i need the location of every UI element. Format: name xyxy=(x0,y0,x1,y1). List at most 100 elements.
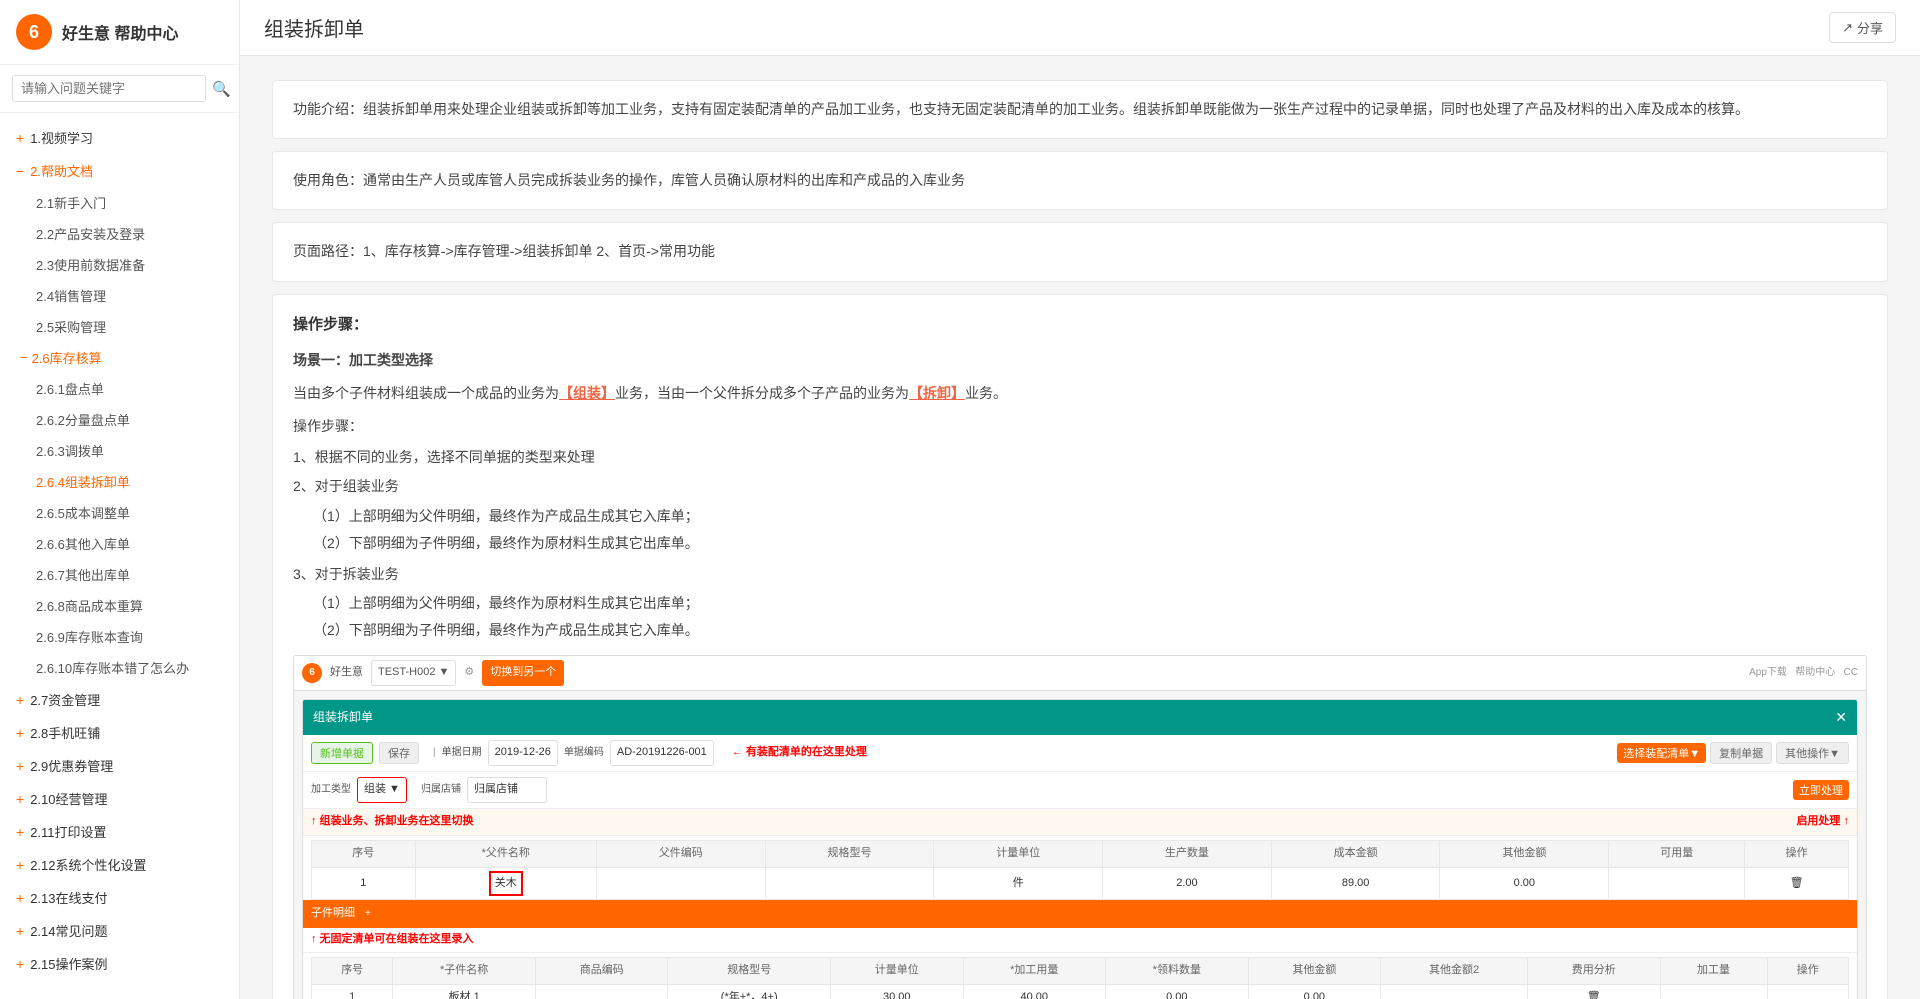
intro-card: 功能介绍：组装拆卸单用来处理企业组装或拆卸等加工业务，支持有固定装配清单的产品加… xyxy=(272,80,1888,139)
steps-title: 操作步骤： xyxy=(293,311,1867,338)
mock-other-btn: 其他操作▼ xyxy=(1776,742,1849,764)
mock-type-value: 组装 ▼ xyxy=(357,777,407,803)
step1: 1、根据不同的业务，选择不同单据的类型来处理 xyxy=(293,445,1867,470)
sidebar-item-custom[interactable]: + 2.12系统个性化设置 xyxy=(0,848,239,881)
step3-2: （2）下部明细为子件明细，最终作为产成品生成其它入库单。 xyxy=(293,618,1867,643)
share-button[interactable]: ↗ 分享 xyxy=(1829,12,1896,43)
sidebar-item-purchase[interactable]: 2.5采购管理 xyxy=(0,311,239,342)
sidebar-item-2610[interactable]: 2.6.10库存账本错了怎么办 xyxy=(0,652,239,683)
annot4: ↑ 无固定清单可在组装在这里录入 xyxy=(311,933,474,945)
mock-lower-table-wrap: 序号 *子件名称 商品编码 规格型号 计量单位 *加工用量 *领料数量 其他金额 xyxy=(303,953,1857,999)
mock-date-value: 2019-12-26 xyxy=(488,740,558,766)
sidebar-item-coupon[interactable]: + 2.9优惠券管理 xyxy=(0,749,239,782)
search-icon[interactable]: 🔍 xyxy=(212,80,231,98)
path-card: 页面路径：1、库存核算->库存管理->组装拆卸单 2、首页->常用功能 xyxy=(272,222,1888,281)
mock-org-label: 归属店铺 xyxy=(421,781,461,799)
screenshot-container: 6 好生意 TEST-H002 ▼ ⚙ 切换到另一个 App下载 帮助中心 CC xyxy=(293,655,1867,999)
plus-icon: + xyxy=(16,130,24,146)
mock-copy-btn: 复制单据 xyxy=(1710,742,1772,764)
mock-modal-wrapper: 组装拆卸单 ✕ 新增单据 保存 | 单据日期 2019-12-26 单据编码 xyxy=(294,691,1866,999)
search-input[interactable] xyxy=(12,75,206,102)
sidebar-item-faq[interactable]: + 2.14常见问题 xyxy=(0,914,239,947)
mock-company: 好生意 xyxy=(330,663,363,683)
plus-icon-case: + xyxy=(16,956,24,972)
sidebar-item-262[interactable]: 2.6.2分量盘点单 xyxy=(0,404,239,435)
role-text: 使用角色：通常由生产人员或库管人员完成拆装业务的操作，库管人员确认原材料的出库和… xyxy=(293,172,965,188)
mock-lower-table: 序号 *子件名称 商品编码 规格型号 计量单位 *加工用量 *领料数量 其他金额 xyxy=(311,957,1849,999)
mock-upper-table: 序号 *父件名称 父件编码 规格型号 计量单位 生产数量 成本金额 其他金额 xyxy=(311,840,1849,901)
sidebar-item-269[interactable]: 2.6.9库存账本查询 xyxy=(0,621,239,652)
sidebar-item-ops[interactable]: + 2.10经营管理 xyxy=(0,782,239,815)
steps-card: 操作步骤： 场景一：加工类型选择 当由多个子件材料组装成一个成品的业务为【组装】… xyxy=(272,294,1888,999)
mock-upper-table-wrap: 序号 *父件名称 父件编码 规格型号 计量单位 生产数量 成本金额 其他金额 xyxy=(303,836,1857,901)
logo-text: 好生意 帮助中心 xyxy=(62,20,178,44)
page-title: 组装拆卸单 xyxy=(264,13,364,42)
plus-icon-mobile: + xyxy=(16,725,24,741)
sidebar-item-docs[interactable]: − 2.帮助文档 xyxy=(0,154,239,187)
sidebar-item-new[interactable]: 2.1新手入门 xyxy=(0,187,239,218)
sidebar-item-267[interactable]: 2.6.7其他出库单 xyxy=(0,559,239,590)
sidebar-item-print[interactable]: + 2.11打印设置 xyxy=(0,815,239,848)
plus-icon-online: + xyxy=(16,890,24,906)
sidebar-item-268[interactable]: 2.6.8商品成本重算 xyxy=(0,590,239,621)
sidebar-item-264[interactable]: 2.6.4组装拆卸单 xyxy=(0,466,239,497)
mock-date-label: 单据日期 xyxy=(442,744,482,762)
search-box: 🔍 xyxy=(0,65,239,113)
sidebar-item-online[interactable]: + 2.13在线支付 xyxy=(0,881,239,914)
plus-icon-custom: + xyxy=(16,857,24,873)
minus-icon: − xyxy=(16,163,24,179)
mock-code-label: 单据编码 xyxy=(564,744,604,762)
step2: 2、对于组装业务 xyxy=(293,474,1867,499)
sidebar-item-263[interactable]: 2.6.3调拨单 xyxy=(0,435,239,466)
mock-select-btn: 选择装配清单▼ xyxy=(1617,743,1706,763)
mock-upper-row1: 1 关木 件 2.00 89.00 0.00 xyxy=(312,867,1849,900)
mock-orange-button: 切换到另一个 xyxy=(482,660,564,686)
sidebar: 6 好生意 帮助中心 🔍 + 1.视频学习 − 2.帮助文档 2.1新手入门 2… xyxy=(0,0,240,999)
step2-2: （2）下部明细为子件明细，最终作为原材料生成其它出库单。 xyxy=(293,531,1867,556)
page-header: 组装拆卸单 ↗ 分享 xyxy=(240,0,1920,56)
content-area: 功能介绍：组装拆卸单用来处理企业组装或拆卸等加工业务，支持有固定装配清单的产品加… xyxy=(240,56,1920,999)
mock-spacer: | xyxy=(433,744,436,762)
mock-annot2-row: ↑ 组装业务、拆卸业务在这里切换 启用处理 ↑ xyxy=(303,809,1857,836)
sidebar-item-mobile[interactable]: + 2.8手机旺铺 xyxy=(0,716,239,749)
mock-modal: 组装拆卸单 ✕ 新增单据 保存 | 单据日期 2019-12-26 单据编码 xyxy=(302,699,1858,999)
sidebar-item-261[interactable]: 2.6.1盘点单 xyxy=(0,373,239,404)
mock-org-value: 归属店铺 xyxy=(467,777,547,803)
annot3: 启用处理 ↑ xyxy=(1796,812,1849,832)
nav-section: + 1.视频学习 − 2.帮助文档 2.1新手入门 2.2产品安装及登录 2.3… xyxy=(0,113,239,988)
plus-icon-finance: + xyxy=(16,692,24,708)
mock-topbar-icons: App下载 帮助中心 CC xyxy=(1749,664,1858,682)
sidebar-item-sales[interactable]: 2.4销售管理 xyxy=(0,280,239,311)
role-card: 使用角色：通常由生产人员或库管人员完成拆装业务的操作，库管人员确认原材料的出库和… xyxy=(272,151,1888,210)
sidebar-item-inventory[interactable]: − 2.6库存核算 xyxy=(0,342,239,373)
mock-type-row: 加工类型 组装 ▼ 归属店铺 归属店铺 立即处理 xyxy=(303,772,1857,809)
step3-1: （1）上部明细为父件明细，最终作为原材料生成其它出库单； xyxy=(293,591,1867,616)
mock-topbar: 6 好生意 TEST-H002 ▼ ⚙ 切换到另一个 App下载 帮助中心 CC xyxy=(294,656,1866,691)
sidebar-item-install[interactable]: 2.2产品安装及登录 xyxy=(0,218,239,249)
sidebar-item-finance[interactable]: + 2.7资金管理 xyxy=(0,683,239,716)
plus-icon-print: + xyxy=(16,824,24,840)
sidebar-item-266[interactable]: 2.6.6其他入库单 xyxy=(0,528,239,559)
plus-icon-ops: + xyxy=(16,791,24,807)
sidebar-item-video[interactable]: + 1.视频学习 xyxy=(0,121,239,154)
scene-title: 场景一：加工类型选择 xyxy=(293,352,433,368)
mock-close-icon: ✕ xyxy=(1835,705,1847,730)
sidebar-item-265[interactable]: 2.6.5成本调整单 xyxy=(0,497,239,528)
mock-logo: 6 xyxy=(302,663,322,683)
mock-save-btn: 保存 xyxy=(379,742,419,764)
plus-icon-coupon: + xyxy=(16,758,24,774)
mock-lower-row1: 1 板材 1 (*年+*，4+) 30.00 40.00 0.00 0.00 xyxy=(312,984,1849,999)
scene-desc: 当由多个子件材料组装成一个成品的业务为【组装】业务，当由一个父件拆分成多个子产品… xyxy=(293,381,1867,406)
logo-icon: 6 xyxy=(16,14,52,50)
annot1: ← 有装配清单的在这里处理 xyxy=(732,743,867,763)
sidebar-item-data[interactable]: 2.3使用前数据准备 xyxy=(0,249,239,280)
annot2: ↑ 组装业务、拆卸业务在这里切换 xyxy=(311,812,474,832)
sidebar-logo: 6 好生意 帮助中心 xyxy=(0,0,239,65)
intro-text: 功能介绍：组装拆卸单用来处理企业组装或拆卸等加工业务，支持有固定装配清单的产品加… xyxy=(293,101,1749,117)
mock-action-bar: 新增单据 保存 | 单据日期 2019-12-26 单据编码 AD-201912… xyxy=(303,735,1857,772)
mock-confirm-btn: 立即处理 xyxy=(1793,780,1849,800)
share-icon: ↗ xyxy=(1842,20,1853,36)
path-text: 页面路径：1、库存核算->库存管理->组装拆卸单 2、首页->常用功能 xyxy=(293,243,715,259)
mock-lower-section-header: 子件明细 + xyxy=(303,900,1857,928)
sidebar-item-case[interactable]: + 2.15操作案例 xyxy=(0,947,239,980)
